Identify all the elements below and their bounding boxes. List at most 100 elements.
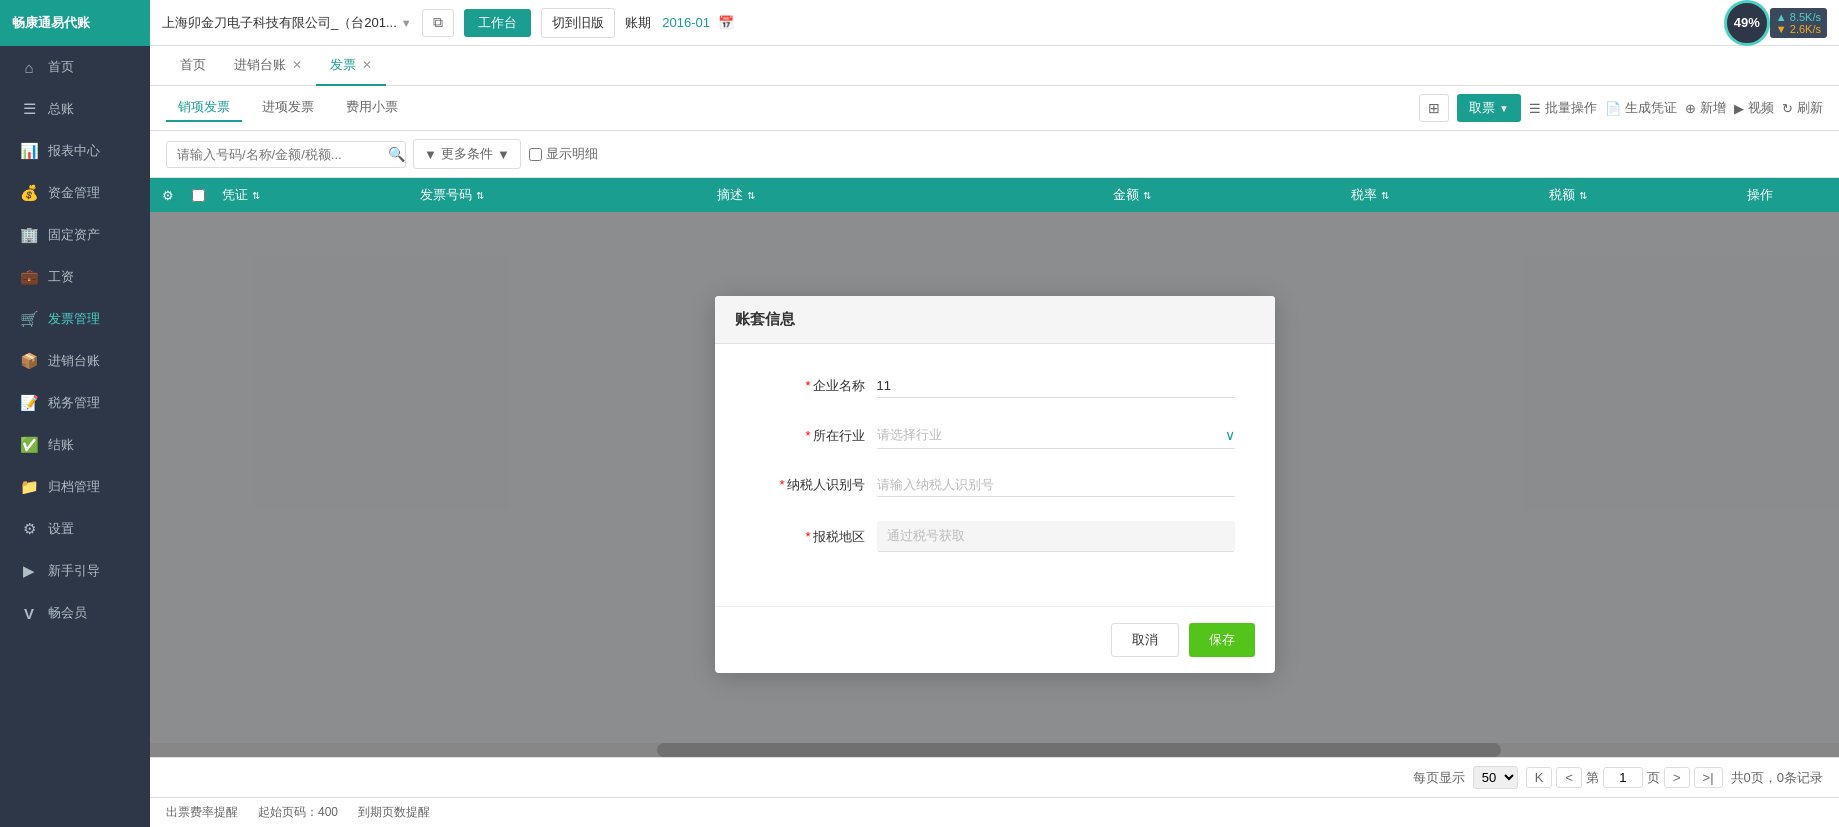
new-button[interactable]: ⊕ 新增 bbox=[1685, 99, 1726, 117]
company-selector[interactable]: 上海卯金刀电子科技有限公司_（台201... ▼ bbox=[162, 14, 412, 32]
speed-widget: 49% ▲ 8.5K/s ▼ 2.6K/s bbox=[1724, 0, 1827, 46]
th-check[interactable] bbox=[192, 189, 222, 202]
filter-icon: ▼ bbox=[424, 147, 437, 162]
modal-overlay: 账套信息 *企业名称 *所在行业 bbox=[150, 212, 1839, 757]
th-settings[interactable]: ⚙ bbox=[162, 188, 192, 203]
company-name: 上海卯金刀电子科技有限公司_（台201... bbox=[162, 14, 397, 32]
th-voucher: 凭证 ⇅ bbox=[222, 186, 420, 204]
sidebar-item-tax[interactable]: 📝 税务管理 bbox=[0, 382, 150, 424]
sidebar-item-label: 发票管理 bbox=[48, 310, 100, 328]
content-sort-icon[interactable]: ⇅ bbox=[747, 190, 755, 201]
bottom-bar-text2: 起始页码：400 bbox=[258, 804, 338, 821]
sidebar-item-label: 固定资产 bbox=[48, 226, 100, 244]
show-detail-label[interactable]: 显示明细 bbox=[529, 145, 598, 163]
ticket-dropdown-icon: ▼ bbox=[1499, 103, 1509, 114]
fixed-assets-icon: 🏢 bbox=[20, 226, 38, 244]
next-page-button[interactable]: > bbox=[1664, 767, 1690, 788]
tax-sort-icon[interactable]: ⇅ bbox=[1579, 190, 1587, 201]
topbar-right: 49% ▲ 8.5K/s ▼ 2.6K/s bbox=[1724, 0, 1827, 46]
th-tax-rate: 税率 ⇅ bbox=[1351, 186, 1549, 204]
ledger-icon: ☰ bbox=[20, 100, 38, 118]
funds-icon: 💰 bbox=[20, 184, 38, 202]
sidebar-item-fixed-assets[interactable]: 🏢 固定资产 bbox=[0, 214, 150, 256]
sidebar-item-label: 畅会员 bbox=[48, 604, 87, 622]
company-name-label: *企业名称 bbox=[755, 377, 865, 395]
sidebar: 畅康通易代账 ⌂ 首页 ☰ 总账 📊 报表中心 💰 资金管理 🏢 固定资产 💼 … bbox=[0, 0, 150, 827]
sidebar-item-label: 工资 bbox=[48, 268, 74, 286]
sidebar-item-settings[interactable]: ⚙ 设置 bbox=[0, 508, 150, 550]
bottom-bar-text1: 出票费率提醒 bbox=[166, 804, 238, 821]
grid-view-button[interactable]: ⊞ bbox=[1419, 94, 1449, 122]
close-invoice-tab[interactable]: ✕ bbox=[362, 58, 372, 72]
sidebar-item-label: 进销台账 bbox=[48, 352, 100, 370]
sub-tab-expense[interactable]: 费用小票 bbox=[334, 94, 410, 122]
tax-id-input[interactable] bbox=[877, 473, 1235, 497]
search-input[interactable] bbox=[166, 141, 406, 168]
company-dropdown-icon: ▼ bbox=[401, 17, 412, 29]
search-left: 🔍 ▼ 更多条件 ▼ 显示明细 bbox=[166, 139, 1823, 169]
gear-icon: ⚙ bbox=[20, 520, 38, 538]
th-checkbox[interactable] bbox=[192, 189, 205, 202]
speed-down: ▼ 2.6K/s bbox=[1776, 23, 1821, 35]
batch-op-button[interactable]: ☰ 批量操作 bbox=[1529, 99, 1597, 117]
sidebar-item-label: 归档管理 bbox=[48, 478, 100, 496]
percent-circle: 49% bbox=[1724, 0, 1770, 46]
tab-purchase-sales[interactable]: 进销台账 ✕ bbox=[220, 46, 316, 86]
ticket-button[interactable]: 取票 ▼ bbox=[1457, 94, 1521, 122]
first-page-button[interactable]: K bbox=[1526, 767, 1553, 788]
sidebar-item-home[interactable]: ⌂ 首页 bbox=[0, 46, 150, 88]
gen-voucher-button[interactable]: 📄 生成凭证 bbox=[1605, 99, 1677, 117]
prev-page-button[interactable]: < bbox=[1556, 767, 1582, 788]
industry-select[interactable]: 请选择行业 ∨ bbox=[877, 422, 1235, 449]
tabs-bar: 首页 进销台账 ✕ 发票 ✕ bbox=[150, 46, 1839, 86]
sub-tab-sales[interactable]: 销项发票 bbox=[166, 94, 242, 122]
refresh-icon: ↻ bbox=[1782, 101, 1793, 116]
save-button[interactable]: 保存 bbox=[1189, 623, 1255, 657]
sub-tab-purchase[interactable]: 进项发票 bbox=[250, 94, 326, 122]
company-name-input[interactable] bbox=[877, 374, 1235, 398]
sidebar-item-settlement[interactable]: ✅ 结账 bbox=[0, 424, 150, 466]
sidebar-item-label: 设置 bbox=[48, 520, 74, 538]
tab-home[interactable]: 首页 bbox=[166, 46, 220, 86]
voucher-sort-icon[interactable]: ⇅ bbox=[252, 190, 260, 201]
gen-voucher-icon: 📄 bbox=[1605, 101, 1621, 116]
workbench-button[interactable]: 工作台 bbox=[464, 9, 531, 37]
sidebar-item-ledger[interactable]: ☰ 总账 bbox=[0, 88, 150, 130]
sidebar-item-member[interactable]: V 畅会员 bbox=[0, 592, 150, 634]
calendar-icon[interactable]: 📅 bbox=[718, 15, 734, 30]
sidebar-item-reports[interactable]: 📊 报表中心 bbox=[0, 130, 150, 172]
sidebar-item-salary[interactable]: 💼 工资 bbox=[0, 256, 150, 298]
sidebar-item-archive[interactable]: 📁 归档管理 bbox=[0, 466, 150, 508]
sidebar-item-guide[interactable]: ▶ 新手引导 bbox=[0, 550, 150, 592]
sidebar-item-invoice[interactable]: 🛒 发票管理 bbox=[0, 298, 150, 340]
filter-button[interactable]: ▼ 更多条件 ▼ bbox=[413, 139, 521, 169]
switch-old-button[interactable]: 切到旧版 bbox=[541, 8, 615, 38]
archive-icon: 📁 bbox=[20, 478, 38, 496]
refresh-button[interactable]: ↻ 刷新 bbox=[1782, 99, 1823, 117]
close-purchase-tab[interactable]: ✕ bbox=[292, 58, 302, 72]
show-detail-checkbox[interactable] bbox=[529, 148, 542, 161]
invoice-no-sort-icon[interactable]: ⇅ bbox=[476, 190, 484, 201]
tax-id-row: *纳税人识别号 bbox=[755, 473, 1235, 497]
tax-rate-sort-icon[interactable]: ⇅ bbox=[1381, 190, 1389, 201]
video-button[interactable]: ▶ 视频 bbox=[1734, 99, 1774, 117]
tab-invoice[interactable]: 发票 ✕ bbox=[316, 46, 386, 86]
amount-sort-icon[interactable]: ⇅ bbox=[1143, 190, 1151, 201]
purchase-sales-icon: 📦 bbox=[20, 352, 38, 370]
period-text: 账期 2016-01 📅 bbox=[625, 14, 734, 32]
per-page-select[interactable]: 50 bbox=[1473, 766, 1518, 789]
topbar: 上海卯金刀电子科技有限公司_（台201... ▼ ⧉ 工作台 切到旧版 账期 2… bbox=[150, 0, 1839, 46]
sidebar-item-funds[interactable]: 💰 资金管理 bbox=[0, 172, 150, 214]
guide-icon: ▶ bbox=[20, 562, 38, 580]
copy-icon-btn[interactable]: ⧉ bbox=[422, 9, 454, 37]
sidebar-item-purchase-sales[interactable]: 📦 进销台账 bbox=[0, 340, 150, 382]
last-page-button[interactable]: >| bbox=[1694, 767, 1723, 788]
cancel-button[interactable]: 取消 bbox=[1111, 623, 1179, 657]
video-icon: ▶ bbox=[1734, 101, 1744, 116]
page-number-input[interactable] bbox=[1603, 767, 1643, 788]
invoice-icon: 🛒 bbox=[20, 310, 38, 328]
search-button[interactable]: 🔍 bbox=[388, 146, 405, 162]
modal-header: 账套信息 bbox=[715, 296, 1275, 344]
th-tax: 税额 ⇅ bbox=[1549, 186, 1747, 204]
sidebar-item-label: 首页 bbox=[48, 58, 74, 76]
